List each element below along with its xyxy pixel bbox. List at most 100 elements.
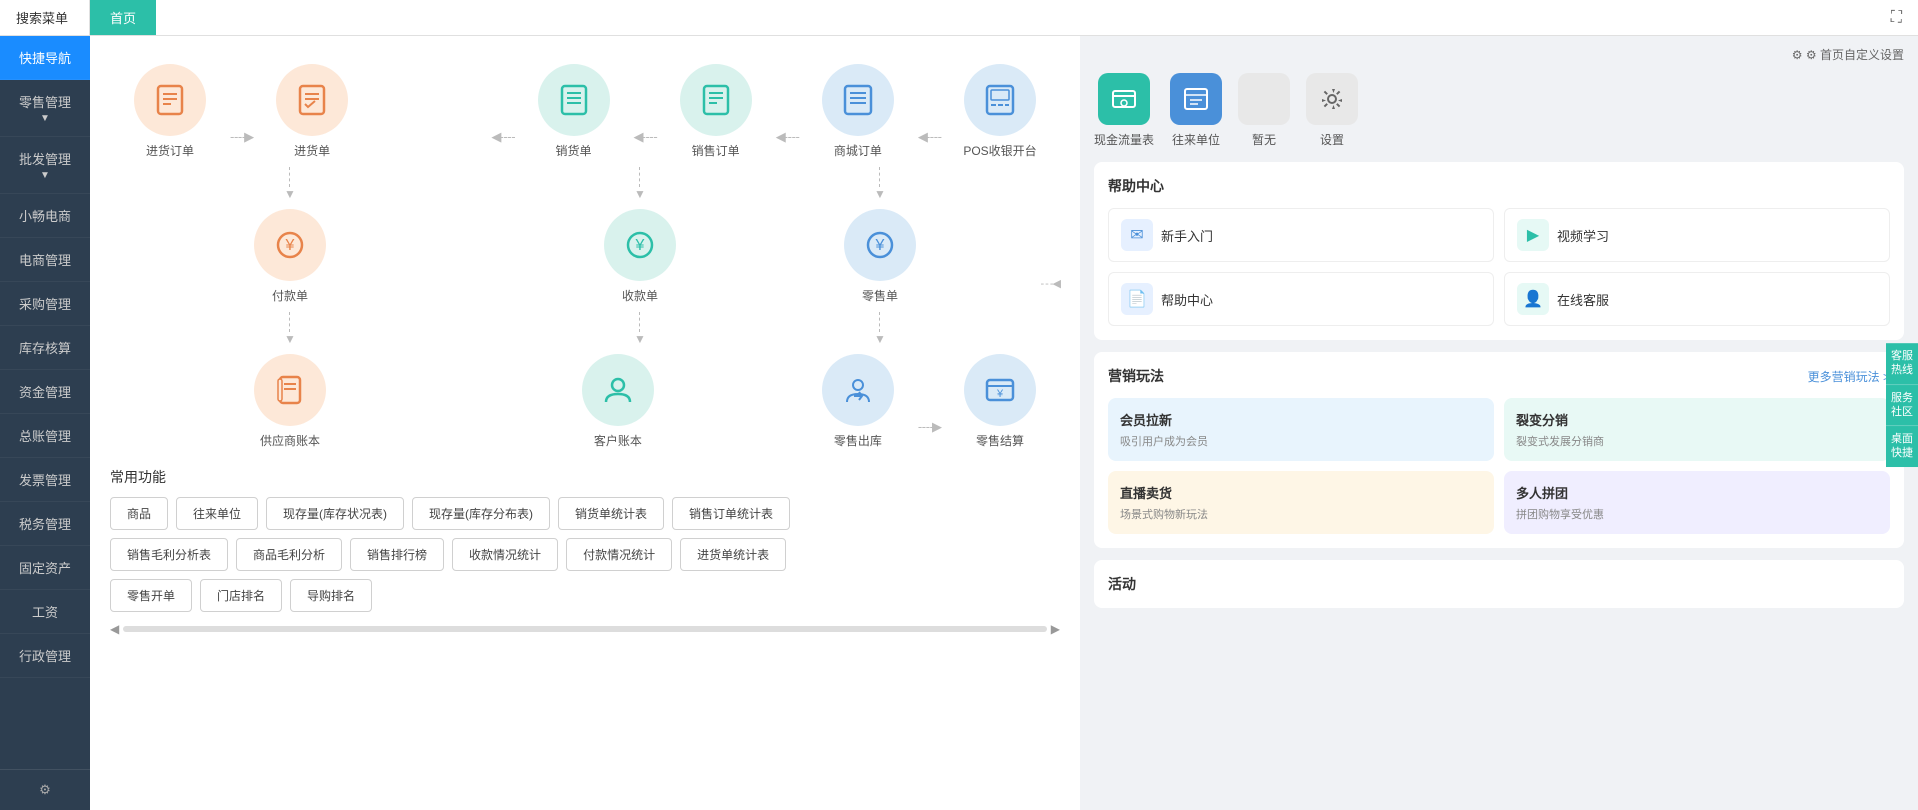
group-title: 多人拼团 <box>1516 483 1878 502</box>
sidebar-item-quick-nav[interactable]: 快捷导航 <box>0 36 90 80</box>
help-item-video[interactable]: ▶ 视频学习 <box>1504 208 1890 262</box>
marketing-item-group[interactable]: 多人拼团 拼团购物享受优惠 <box>1504 471 1890 534</box>
marketing-more-link[interactable]: 更多营销玩法 > <box>1808 368 1890 385</box>
main-layout: 快捷导航 零售管理 ▼ 批发管理 ▼ 小畅电商 电商管理 采购管理 库存核算 资… <box>0 36 1918 810</box>
flow-node-purchase-order[interactable]: 进货订单 <box>110 56 230 167</box>
marketing-item-member[interactable]: 会员拉新 吸引用户成为会员 <box>1108 398 1494 461</box>
func-btn-retail-order[interactable]: 零售开单 <box>110 579 192 612</box>
sidebar-item-xiaochang-ecom[interactable]: 小畅电商 <box>0 194 90 238</box>
flow-node-receipt[interactable]: ¥ 收款单 <box>580 201 700 312</box>
func-btn-guide-rank[interactable]: 导购排名 <box>290 579 372 612</box>
float-btn-customer-service[interactable]: 客服热线 <box>1886 343 1918 384</box>
sidebar-item-label: 工资 <box>32 602 58 621</box>
help-item-online-service[interactable]: 👤 在线客服 <box>1504 272 1890 326</box>
sidebar-item-fixed-assets[interactable]: 固定资产 <box>0 546 90 590</box>
help-item-beginner[interactable]: ✉ 新手入门 <box>1108 208 1494 262</box>
float-buttons: 客服热线 服务社区 桌面快捷 <box>1886 343 1918 467</box>
scroll-right-arrow[interactable]: ▶ <box>1051 622 1060 636</box>
flow-node-retail[interactable]: ¥ 零售单 <box>820 201 940 312</box>
sidebar-item-ledger-mgmt[interactable]: 总账管理 <box>0 414 90 458</box>
func-btn-sales-rank[interactable]: 销售排行榜 <box>350 538 444 571</box>
sidebar-item-salary[interactable]: 工资 <box>0 590 90 634</box>
help-item-help[interactable]: 📄 帮助中心 <box>1108 272 1494 326</box>
sidebar-item-label: 资金管理 <box>19 382 71 401</box>
sidebar-item-label: 电商管理 <box>19 250 71 269</box>
flow-node-customer-account[interactable]: 客户账本 <box>558 346 678 457</box>
search-menu-button[interactable]: 搜索菜单 <box>0 0 90 35</box>
expand-icon[interactable]: ⛶ <box>1891 9 1902 27</box>
scroll-left-arrow[interactable]: ◀ <box>110 622 119 636</box>
quick-icon-none[interactable]: 暂无 <box>1238 73 1290 148</box>
func-btn-contacts[interactable]: 往来单位 <box>176 497 258 530</box>
marketing-title: 营销玩法 <box>1108 366 1164 386</box>
flow-node-purchase-bill[interactable]: 进货单 <box>252 56 372 167</box>
sidebar-item-inventory[interactable]: 库存核算 <box>0 326 90 370</box>
sidebar-item-fund-mgmt[interactable]: 资金管理 <box>0 370 90 414</box>
func-grid-row3: 零售开单 门店排名 导购排名 <box>110 579 1060 612</box>
float-btn-service-community[interactable]: 服务社区 <box>1886 384 1918 426</box>
flow-node-retail-outbound[interactable]: 零售出库 <box>798 346 918 457</box>
sidebar: 快捷导航 零售管理 ▼ 批发管理 ▼ 小畅电商 电商管理 采购管理 库存核算 资… <box>0 36 90 810</box>
func-btn-payment-stat[interactable]: 付款情况统计 <box>566 538 672 571</box>
sidebar-item-label: 批发管理 <box>19 149 71 168</box>
func-grid-row2: 销售毛利分析表 商品毛利分析 销售排行榜 收款情况统计 付款情况统计 进货单统计… <box>110 538 1060 571</box>
func-btn-sales-gross[interactable]: 销售毛利分析表 <box>110 538 228 571</box>
sidebar-item-purchase-mgmt[interactable]: 采购管理 <box>0 282 90 326</box>
help-label: 帮助中心 <box>1161 290 1213 309</box>
settings-label: 设置 <box>1320 131 1344 148</box>
sidebar-item-ecom-mgmt[interactable]: 电商管理 <box>0 238 90 282</box>
sidebar-item-label: 小畅电商 <box>19 206 71 225</box>
func-btn-stock-dist[interactable]: 现存量(库存分布表) <box>412 497 550 530</box>
marketing-item-live[interactable]: 直播卖货 场景式购物新玩法 <box>1108 471 1494 534</box>
func-btn-product[interactable]: 商品 <box>110 497 168 530</box>
sidebar-item-wholesale-mgmt[interactable]: 批发管理 ▼ <box>0 137 90 194</box>
quick-nav-settings[interactable]: ⚙ ⚙ 首页自定义设置 <box>1094 46 1904 63</box>
gear-icon: ⚙ <box>39 782 51 797</box>
online-service-icon: 👤 <box>1517 283 1549 315</box>
sidebar-settings-icon[interactable]: ⚙ <box>0 769 90 810</box>
flow-node-retail-settlement[interactable]: ¥ 零售结算 <box>940 346 1060 457</box>
func-btn-sales-stat[interactable]: 销货单统计表 <box>558 497 664 530</box>
flow-node-mall-order[interactable]: 商城订单 <box>798 56 918 167</box>
sidebar-item-invoice-mgmt[interactable]: 发票管理 <box>0 458 90 502</box>
flow-node-payment[interactable]: ¥ 付款单 <box>230 201 350 312</box>
func-btn-stock-status[interactable]: 现存量(库存状况表) <box>266 497 404 530</box>
member-title: 会员拉新 <box>1120 410 1482 429</box>
func-btn-receipt-stat[interactable]: 收款情况统计 <box>452 538 558 571</box>
func-btn-store-rank[interactable]: 门店排名 <box>200 579 282 612</box>
func-btn-order-stat[interactable]: 销售订单统计表 <box>672 497 790 530</box>
scroll-bar[interactable] <box>123 626 1047 632</box>
flow-node-sales-order[interactable]: 销售订单 <box>656 56 776 167</box>
flow-node-sales-bill[interactable]: 销货单 <box>514 56 634 167</box>
activity-title: 活动 <box>1108 574 1890 594</box>
func-btn-purchase-stat[interactable]: 进货单统计表 <box>680 538 786 571</box>
float-btn-desktop-shortcut[interactable]: 桌面快捷 <box>1886 425 1918 467</box>
chevron-down-icon: ▼ <box>40 170 50 181</box>
help-grid: ✉ 新手入门 ▶ 视频学习 📄 帮助中心 👤 在线客服 <box>1108 208 1890 326</box>
none-label: 暂无 <box>1252 131 1276 148</box>
quick-icon-contacts[interactable]: 往来单位 <box>1170 73 1222 148</box>
activity-section: 活动 <box>1094 560 1904 608</box>
contacts-icon-box <box>1170 73 1222 125</box>
flow-node-pos[interactable]: POS收银开台 <box>940 56 1060 167</box>
svg-text:¥: ¥ <box>875 237 885 254</box>
scroll-row: ◀ ▶ <box>110 622 1060 636</box>
quick-icon-cash-flow[interactable]: 现金流量表 <box>1094 73 1154 148</box>
tab-home[interactable]: 首页 <box>90 0 156 35</box>
sidebar-item-retail-mgmt[interactable]: 零售管理 ▼ <box>0 80 90 137</box>
marketing-header: 营销玩法 更多营销玩法 > <box>1108 366 1890 386</box>
beginner-label: 新手入门 <box>1161 226 1213 245</box>
func-btn-product-gross[interactable]: 商品毛利分析 <box>236 538 342 571</box>
help-center: 帮助中心 ✉ 新手入门 ▶ 视频学习 📄 帮助中心 👤 <box>1094 162 1904 340</box>
sidebar-item-more[interactable]: 行政管理 <box>0 634 90 678</box>
top-bar: 搜索菜单 首页 ⛶ <box>0 0 1918 36</box>
func-grid-row1: 商品 往来单位 现存量(库存状况表) 现存量(库存分布表) 销货单统计表 销售订… <box>110 497 1060 530</box>
sidebar-item-label: 固定资产 <box>19 558 71 577</box>
online-service-label: 在线客服 <box>1557 290 1609 309</box>
contacts-label: 往来单位 <box>1172 131 1220 148</box>
sidebar-item-tax-mgmt[interactable]: 税务管理 <box>0 502 90 546</box>
flow-node-supplier-account[interactable]: 供应商账本 <box>230 346 350 457</box>
marketing-item-fission[interactable]: 裂变分销 裂变式发展分销商 <box>1504 398 1890 461</box>
quick-icon-settings[interactable]: 设置 <box>1306 73 1358 148</box>
sidebar-item-label: 发票管理 <box>19 470 71 489</box>
